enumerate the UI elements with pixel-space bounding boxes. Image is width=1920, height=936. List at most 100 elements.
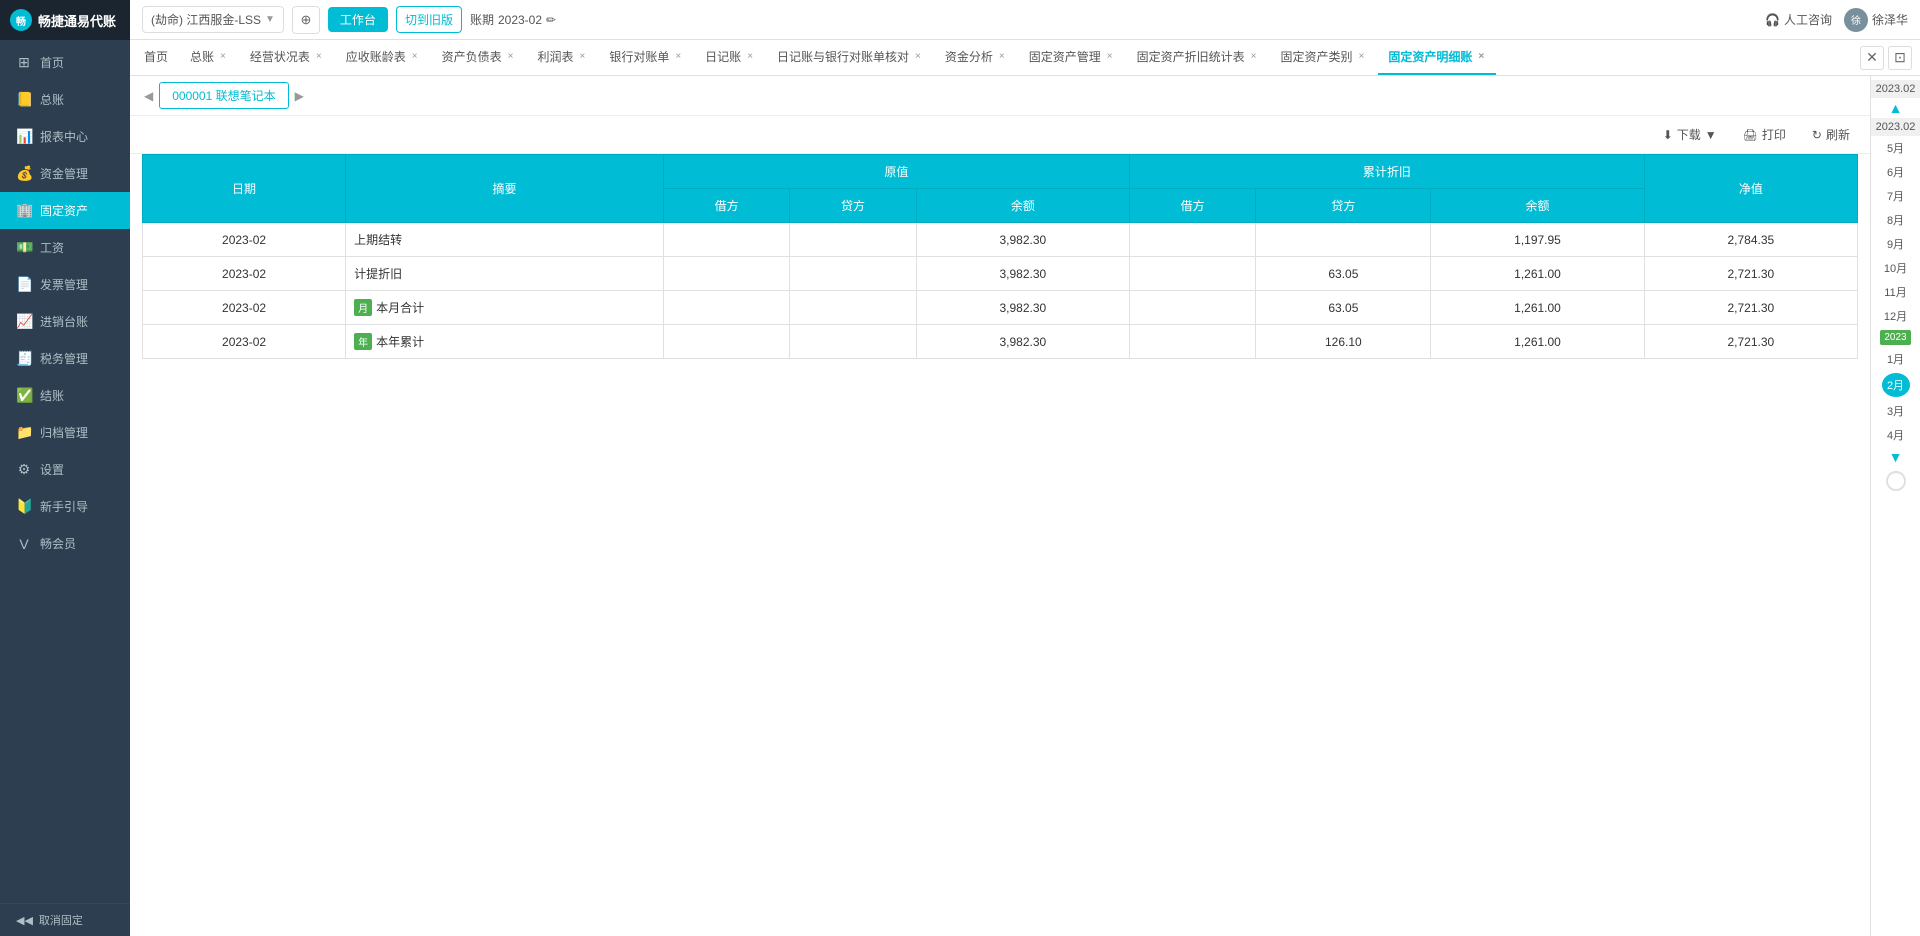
sidebar-item-fixed-assets[interactable]: 🏢固定资产	[0, 192, 130, 229]
copy-button[interactable]: ⊕	[292, 6, 320, 34]
tabs-actions: ✕ ⊡	[1856, 40, 1916, 75]
tab-bank-statement[interactable]: 银行对账单×	[599, 40, 693, 75]
sidebar-item-home[interactable]: ⊞首页	[0, 44, 130, 81]
tab-close-ledger[interactable]: ×	[218, 51, 228, 62]
company-selector[interactable]: (劫命) 江西服金-LSS ▼	[142, 6, 284, 33]
date-circle-control[interactable]	[1886, 471, 1906, 491]
sidebar-item-purchase-sales[interactable]: 📈进销台账	[0, 303, 130, 340]
tab-operations[interactable]: 经营状况表×	[240, 40, 334, 75]
tab-close-journal[interactable]: ×	[745, 51, 755, 62]
sub-tab-next[interactable]: ▶	[293, 87, 306, 105]
tab-assets-liabilities[interactable]: 资产负债表 ×	[432, 40, 526, 75]
sub-tab-item[interactable]: 000001 联想笔记本	[159, 82, 288, 109]
download-chevron: ▼	[1705, 128, 1717, 142]
refresh-button[interactable]: ↻ 刷新	[1804, 122, 1858, 147]
print-button[interactable]: 🖨 打印	[1735, 122, 1794, 147]
col-accum-credit: 贷方	[1256, 189, 1431, 223]
date-month-9[interactable]: 1月	[1871, 347, 1920, 371]
sidebar-item-settlement[interactable]: ✅结账	[0, 377, 130, 414]
tab-profit[interactable]: 利润表×	[527, 40, 597, 75]
sidebar-item-invoices[interactable]: 📄发票管理	[0, 266, 130, 303]
date-month-6[interactable]: 11月	[1871, 280, 1920, 304]
fullscreen-button[interactable]: ⊡	[1888, 46, 1912, 70]
sidebar-item-wages[interactable]: 💵工资	[0, 229, 130, 266]
tab-close-fixed-assets-category[interactable]: ×	[1356, 51, 1366, 62]
tab-close-bank-statement[interactable]: ×	[673, 51, 683, 62]
date-month-10[interactable]: 2月	[1882, 373, 1910, 397]
sidebar-item-funds[interactable]: 💰资金管理	[0, 155, 130, 192]
date-month-3[interactable]: 8月	[1871, 208, 1920, 232]
date-current-year-badge: 2023	[1880, 330, 1910, 345]
sidebar-label-member: 畅会员	[40, 535, 76, 552]
support-button[interactable]: 🎧 人工咨询	[1765, 11, 1832, 28]
date-month-11[interactable]: 3月	[1871, 399, 1920, 423]
date-scroll-down[interactable]: ▼	[1887, 447, 1905, 467]
period-edit-icon[interactable]: ✏	[546, 13, 556, 27]
tab-close-profit[interactable]: ×	[577, 51, 587, 62]
workspace-button[interactable]: 工作台	[328, 7, 388, 32]
refresh-label: 刷新	[1826, 126, 1850, 143]
download-button[interactable]: ⬇ 下载 ▼	[1655, 122, 1725, 147]
tab-journal[interactable]: 日记账×	[695, 40, 765, 75]
table-wrapper: 日期 摘要 原值 累计折旧 净值 借方 贷方 余额 借方 贷方 余额	[130, 154, 1870, 936]
period-label: 账期	[470, 11, 494, 28]
unpin-label: 取消固定	[39, 912, 83, 928]
date-scroll-up[interactable]: ▲	[1887, 98, 1905, 118]
date-month-12[interactable]: 4月	[1871, 423, 1920, 447]
date-month-7[interactable]: 12月	[1871, 304, 1920, 328]
tab-ledger[interactable]: 总账×	[180, 40, 238, 75]
sidebar-label-settlement: 结账	[40, 387, 64, 404]
user-menu[interactable]: 徐 徐泽华	[1844, 8, 1908, 32]
company-dropdown-icon: ▼	[265, 14, 275, 25]
oldver-button[interactable]: 切到旧版	[396, 6, 462, 33]
tab-fixed-assets-depreciation[interactable]: 固定资产折旧统计表 ×	[1127, 40, 1269, 75]
sidebar-label-reports: 报表中心	[40, 128, 88, 145]
cell-net-value-0: 2,784.35	[1644, 223, 1857, 257]
date-month-5[interactable]: 10月	[1871, 256, 1920, 280]
cell-summary-2: 月本月合计	[346, 291, 664, 325]
sidebar-label-ledger: 总账	[40, 91, 64, 108]
tab-fixed-assets-mgmt[interactable]: 固定资产管理×	[1019, 40, 1125, 75]
tab-label-assets-liabilities: 资产负债表	[442, 48, 502, 65]
cell-orig-credit-0	[790, 223, 916, 257]
sidebar-item-ledger[interactable]: 📒总账	[0, 81, 130, 118]
cell-net-value-1: 2,721.30	[1644, 257, 1857, 291]
sidebar-bottom[interactable]: ◀◀ 取消固定	[0, 903, 130, 936]
sidebar-item-guide[interactable]: 🔰新手引导	[0, 488, 130, 525]
tab-label-fixed-assets-depreciation: 固定资产折旧统计表	[1137, 48, 1245, 65]
tab-home[interactable]: 首页	[134, 40, 178, 75]
col-orig-debit: 借方	[663, 189, 789, 223]
tab-journal-bank-verify[interactable]: 日记账与银行对账单核对×	[767, 40, 933, 75]
sidebar-item-tax[interactable]: 🧾税务管理	[0, 340, 130, 377]
download-icon: ⬇	[1663, 128, 1673, 142]
sidebar-item-archive[interactable]: 📁归档管理	[0, 414, 130, 451]
tab-close-fund-analysis[interactable]: ×	[997, 51, 1007, 62]
date-month-1[interactable]: 6月	[1871, 160, 1920, 184]
tab-close-operations[interactable]: ×	[314, 51, 324, 62]
sidebar-icon-settings: ⚙	[16, 461, 32, 478]
tab-close-fixed-assets-depreciation[interactable]: ×	[1249, 51, 1259, 62]
tab-close-assets-liabilities[interactable]: ×	[506, 51, 516, 62]
sidebar-item-member[interactable]: V畅会员	[0, 525, 130, 562]
tab-fund-analysis[interactable]: 资金分析×	[935, 40, 1017, 75]
sidebar-item-settings[interactable]: ⚙设置	[0, 451, 130, 488]
tab-close-fixed-assets-mgmt[interactable]: ×	[1105, 51, 1115, 62]
tab-close-journal-bank-verify[interactable]: ×	[913, 51, 923, 62]
date-month-4[interactable]: 9月	[1871, 232, 1920, 256]
page-toolbar: ⬇ 下载 ▼ 🖨 打印 ↻ 刷新	[130, 116, 1870, 154]
row-tag: 年	[354, 333, 372, 350]
tab-fixed-assets-detail[interactable]: 固定资产明细账×	[1378, 40, 1496, 75]
date-month-0[interactable]: 5月	[1871, 136, 1920, 160]
tab-close-receivable[interactable]: ×	[410, 51, 420, 62]
sidebar-item-reports[interactable]: 📊报表中心	[0, 118, 130, 155]
tab-close-fixed-assets-detail[interactable]: ×	[1476, 51, 1486, 62]
sub-tab-prev[interactable]: ◀	[142, 87, 155, 105]
cell-accum-debit-0	[1129, 223, 1255, 257]
close-tab-button[interactable]: ✕	[1860, 46, 1884, 70]
tab-fixed-assets-category[interactable]: 固定资产类别×	[1270, 40, 1376, 75]
cell-summary-1: 计提折旧	[346, 257, 664, 291]
period-display: 账期 2023-02 ✏	[470, 11, 556, 28]
date-month-2[interactable]: 7月	[1871, 184, 1920, 208]
tab-receivable[interactable]: 应收账龄表×	[336, 40, 430, 75]
cell-orig-balance-3: 3,982.30	[916, 325, 1129, 359]
